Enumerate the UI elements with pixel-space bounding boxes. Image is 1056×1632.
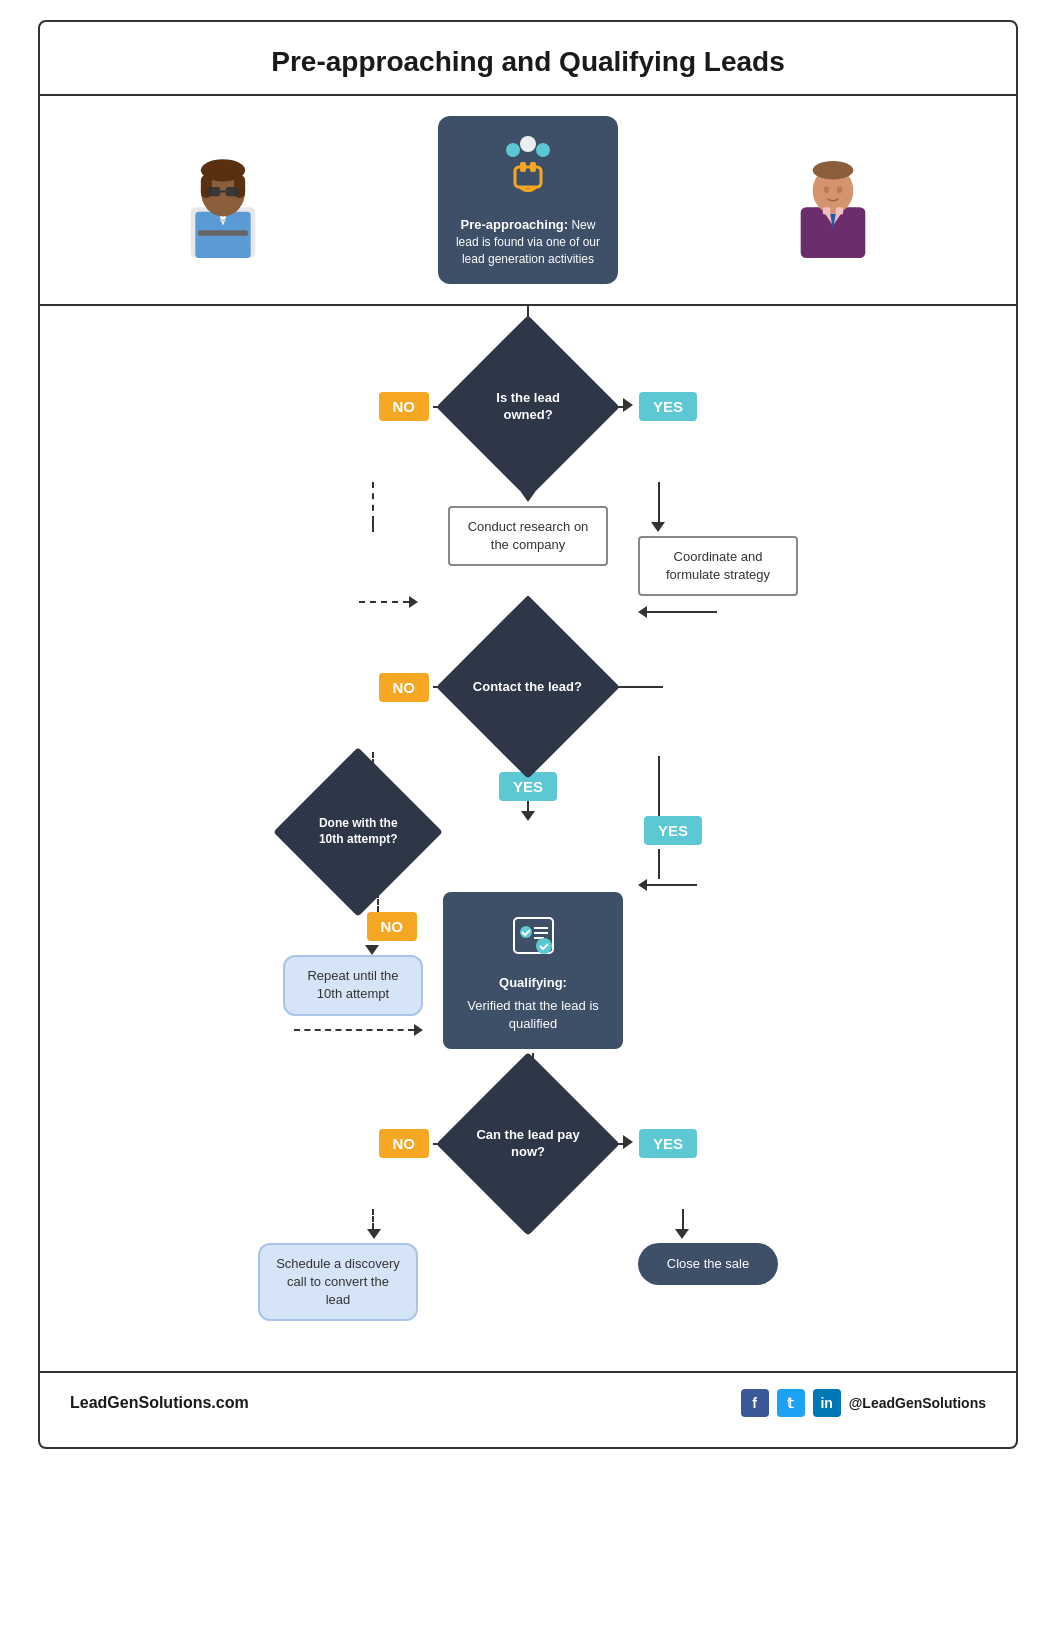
lead-gen-icon-area bbox=[454, 132, 602, 206]
footer-website: LeadGenSolutions.com bbox=[70, 1394, 249, 1412]
svg-rect-25 bbox=[823, 207, 830, 214]
lead-gen-icon bbox=[493, 132, 563, 202]
svg-point-22 bbox=[813, 161, 854, 179]
diamond-4: Can the lead pay now? bbox=[463, 1079, 593, 1209]
personas-section: Pre-approaching: New lead is found via o… bbox=[40, 96, 1016, 306]
yes-badge-contact: YES bbox=[644, 816, 702, 845]
svg-point-28 bbox=[520, 926, 532, 938]
svg-rect-17 bbox=[530, 162, 536, 172]
linkedin-icon: in bbox=[813, 1389, 841, 1417]
no-badge-4: NO bbox=[379, 1129, 430, 1158]
diamond-3: Done with the 10th attempt? bbox=[298, 772, 418, 892]
svg-point-14 bbox=[536, 143, 550, 157]
no-badge-2: NO bbox=[379, 673, 430, 702]
research-box: Conduct research on the company bbox=[448, 506, 608, 566]
svg-point-24 bbox=[837, 186, 843, 192]
no-badge-1: NO bbox=[379, 392, 430, 421]
center-proapproaching-box: Pre-approaching: New lead is found via o… bbox=[438, 116, 618, 284]
svg-rect-11 bbox=[198, 230, 248, 236]
svg-rect-16 bbox=[520, 162, 526, 172]
svg-point-12 bbox=[506, 143, 520, 157]
coordinate-box: Coordinate and formulate strategy bbox=[638, 536, 798, 596]
page-title: Pre-approaching and Qualifying Leads bbox=[60, 46, 996, 78]
footer-social: f 𝕥 in @LeadGenSolutions bbox=[741, 1389, 986, 1417]
persona-left-avatar bbox=[168, 138, 278, 258]
schedule-box: Schedule a discovery call to convert the… bbox=[258, 1243, 418, 1322]
yes-badge-1: YES bbox=[639, 392, 697, 421]
svg-point-23 bbox=[824, 186, 830, 192]
footer: LeadGenSolutions.com f 𝕥 in @LeadGenSolu… bbox=[40, 1371, 1016, 1427]
page-container: Pre-approaching and Qualifying Leads bbox=[38, 20, 1018, 1449]
yes-badge-4: YES bbox=[639, 1129, 697, 1158]
no-badge-3: NO bbox=[367, 912, 418, 941]
persona-right-avatar bbox=[778, 138, 888, 258]
social-handle: @LeadGenSolutions bbox=[849, 1395, 986, 1411]
svg-point-32 bbox=[536, 938, 552, 954]
title-section: Pre-approaching and Qualifying Leads bbox=[40, 22, 1016, 96]
svg-rect-3 bbox=[220, 219, 226, 222]
flowchart: NO Is the lead owned? YES bbox=[40, 306, 1016, 1362]
svg-point-13 bbox=[520, 136, 536, 152]
center-box-text: Pre-approaching: New lead is found via o… bbox=[454, 216, 602, 268]
facebook-icon: f bbox=[741, 1389, 769, 1417]
svg-rect-26 bbox=[836, 207, 843, 214]
diamond-1: Is the lead owned? bbox=[463, 342, 593, 472]
close-sale-box: Close the sale bbox=[638, 1243, 778, 1285]
persona-right bbox=[763, 138, 903, 262]
svg-rect-15 bbox=[515, 167, 541, 187]
persona-left bbox=[153, 138, 293, 262]
twitter-icon: 𝕥 bbox=[777, 1389, 805, 1417]
qualifying-icon bbox=[506, 908, 561, 963]
qualifying-box: Qualifying: Verified that the lead is qu… bbox=[443, 892, 623, 1049]
svg-rect-9 bbox=[225, 187, 238, 196]
repeat-box: Repeat until the 10th attempt bbox=[283, 955, 423, 1015]
svg-rect-8 bbox=[207, 187, 220, 196]
diamond-2: Contact the lead? bbox=[463, 622, 593, 752]
